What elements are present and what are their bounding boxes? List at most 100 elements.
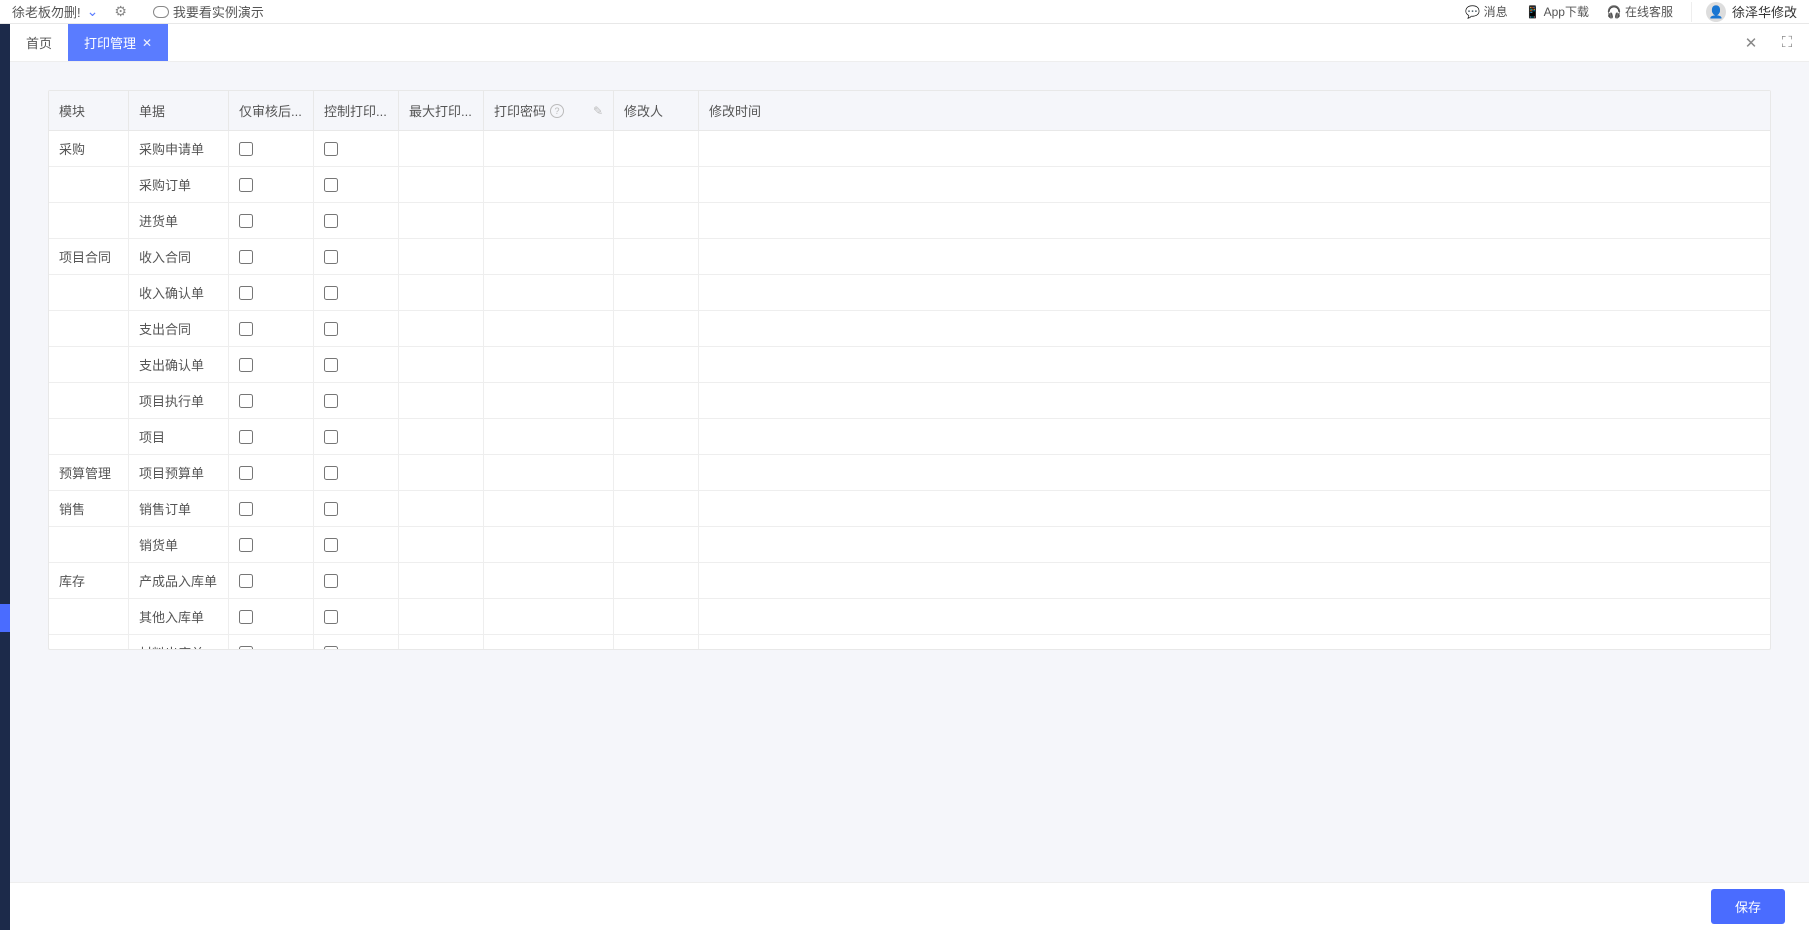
checkbox-control-print[interactable]: [324, 178, 338, 192]
checkbox-control-print[interactable]: [324, 394, 338, 408]
checkbox-control-print[interactable]: [324, 322, 338, 336]
tab-home[interactable]: 首页: [10, 24, 68, 61]
th-module: 模块: [49, 91, 129, 130]
table-row: 销售销售订单: [49, 491, 1770, 527]
cell-modifier: [614, 635, 699, 649]
cell-doc: 进货单: [129, 203, 229, 238]
checkbox-audit-only[interactable]: [239, 610, 253, 624]
checkbox-control-print[interactable]: [324, 286, 338, 300]
cell-module: [49, 203, 129, 238]
cell-modifier: [614, 275, 699, 310]
cell-doc: 产成品入库单: [129, 563, 229, 598]
checkbox-audit-only[interactable]: [239, 646, 253, 650]
edit-icon[interactable]: ✎: [593, 104, 603, 118]
table-header: 模块 单据 仅审核后... 控制打印... 最大打印... 打印密码 ? ✎ 修…: [49, 91, 1770, 131]
cell-max-print: [399, 563, 484, 598]
cell-modify-time: [699, 599, 1770, 634]
checkbox-control-print[interactable]: [324, 538, 338, 552]
customer-service-link[interactable]: 🎧 在线客服: [1607, 3, 1673, 20]
checkbox-audit-only[interactable]: [239, 358, 253, 372]
checkbox-control-print[interactable]: [324, 646, 338, 650]
tab-print-management[interactable]: 打印管理 ✕: [68, 24, 168, 61]
cell-audit-only: [229, 491, 314, 526]
cell-modifier: [614, 347, 699, 382]
save-button[interactable]: 保存: [1711, 889, 1785, 924]
cell-module: 销售: [49, 491, 129, 526]
org-selector[interactable]: 徐老板勿删! ⌄: [12, 2, 98, 21]
demo-link[interactable]: 我要看实例演示: [153, 2, 264, 21]
cell-module: [49, 419, 129, 454]
cell-modifier: [614, 527, 699, 562]
checkbox-audit-only[interactable]: [239, 466, 253, 480]
cell-audit-only: [229, 383, 314, 418]
msg-label: 消息: [1484, 3, 1508, 20]
fullscreen-icon[interactable]: ⛶: [1775, 31, 1799, 55]
th-doc: 单据: [129, 91, 229, 130]
cell-audit-only: [229, 239, 314, 274]
cell-password: [484, 455, 614, 490]
checkbox-audit-only[interactable]: [239, 214, 253, 228]
cell-control-print: [314, 275, 399, 310]
checkbox-control-print[interactable]: [324, 610, 338, 624]
org-name: 徐老板勿删!: [12, 2, 81, 21]
messages-link[interactable]: 💬 消息: [1466, 3, 1508, 20]
cell-audit-only: [229, 599, 314, 634]
table-body[interactable]: 采购采购申请单采购订单进货单项目合同收入合同收入确认单支出合同支出确认单项目执行…: [49, 131, 1770, 649]
cell-modify-time: [699, 563, 1770, 598]
message-icon: 💬: [1466, 5, 1480, 19]
th-password-label: 打印密码: [494, 101, 546, 120]
checkbox-audit-only[interactable]: [239, 394, 253, 408]
cell-module: 采购: [49, 131, 129, 166]
checkbox-audit-only[interactable]: [239, 250, 253, 264]
checkbox-audit-only[interactable]: [239, 322, 253, 336]
cell-password: [484, 563, 614, 598]
checkbox-control-print[interactable]: [324, 502, 338, 516]
cell-modifier: [614, 599, 699, 634]
checkbox-audit-only[interactable]: [239, 286, 253, 300]
table-row: 采购采购申请单: [49, 131, 1770, 167]
help-icon[interactable]: ?: [550, 104, 564, 118]
cell-control-print: [314, 491, 399, 526]
checkbox-control-print[interactable]: [324, 250, 338, 264]
cell-max-print: [399, 275, 484, 310]
cell-modifier: [614, 239, 699, 274]
cell-password: [484, 599, 614, 634]
checkbox-audit-only[interactable]: [239, 538, 253, 552]
cell-module: [49, 635, 129, 649]
checkbox-control-print[interactable]: [324, 574, 338, 588]
demo-label: 我要看实例演示: [173, 2, 264, 21]
user-menu[interactable]: 👤 徐泽华修改: [1691, 2, 1797, 22]
table-row: 支出合同: [49, 311, 1770, 347]
app-download-link[interactable]: 📱 App下载: [1526, 3, 1589, 20]
checkbox-control-print[interactable]: [324, 430, 338, 444]
cell-doc: 支出合同: [129, 311, 229, 346]
close-all-icon[interactable]: ✕: [1739, 31, 1763, 55]
checkbox-audit-only[interactable]: [239, 574, 253, 588]
cell-max-print: [399, 419, 484, 454]
table-row: 支出确认单: [49, 347, 1770, 383]
phone-icon: 📱: [1526, 5, 1540, 19]
sidebar-collapsed[interactable]: [0, 24, 10, 930]
checkbox-control-print[interactable]: [324, 142, 338, 156]
cell-password: [484, 239, 614, 274]
checkbox-audit-only[interactable]: [239, 178, 253, 192]
cell-control-print: [314, 527, 399, 562]
checkbox-audit-only[interactable]: [239, 502, 253, 516]
checkbox-audit-only[interactable]: [239, 142, 253, 156]
table-row: 项目: [49, 419, 1770, 455]
main-area: 首页 打印管理 ✕ ✕ ⛶ 模块 单据 仅审核后... 控制打印... 最大打印…: [10, 24, 1809, 930]
cell-doc: 项目预算单: [129, 455, 229, 490]
topbar-left: 徐老板勿删! ⌄ ⚙ 我要看实例演示: [12, 2, 1466, 21]
cell-module: [49, 599, 129, 634]
checkbox-control-print[interactable]: [324, 214, 338, 228]
checkbox-audit-only[interactable]: [239, 430, 253, 444]
cell-audit-only: [229, 455, 314, 490]
close-icon[interactable]: ✕: [142, 36, 152, 50]
checkbox-control-print[interactable]: [324, 466, 338, 480]
cell-audit-only: [229, 347, 314, 382]
cell-audit-only: [229, 167, 314, 202]
checkbox-control-print[interactable]: [324, 358, 338, 372]
cell-doc: 采购订单: [129, 167, 229, 202]
gear-icon[interactable]: ⚙: [114, 3, 127, 20]
table-row: 收入确认单: [49, 275, 1770, 311]
